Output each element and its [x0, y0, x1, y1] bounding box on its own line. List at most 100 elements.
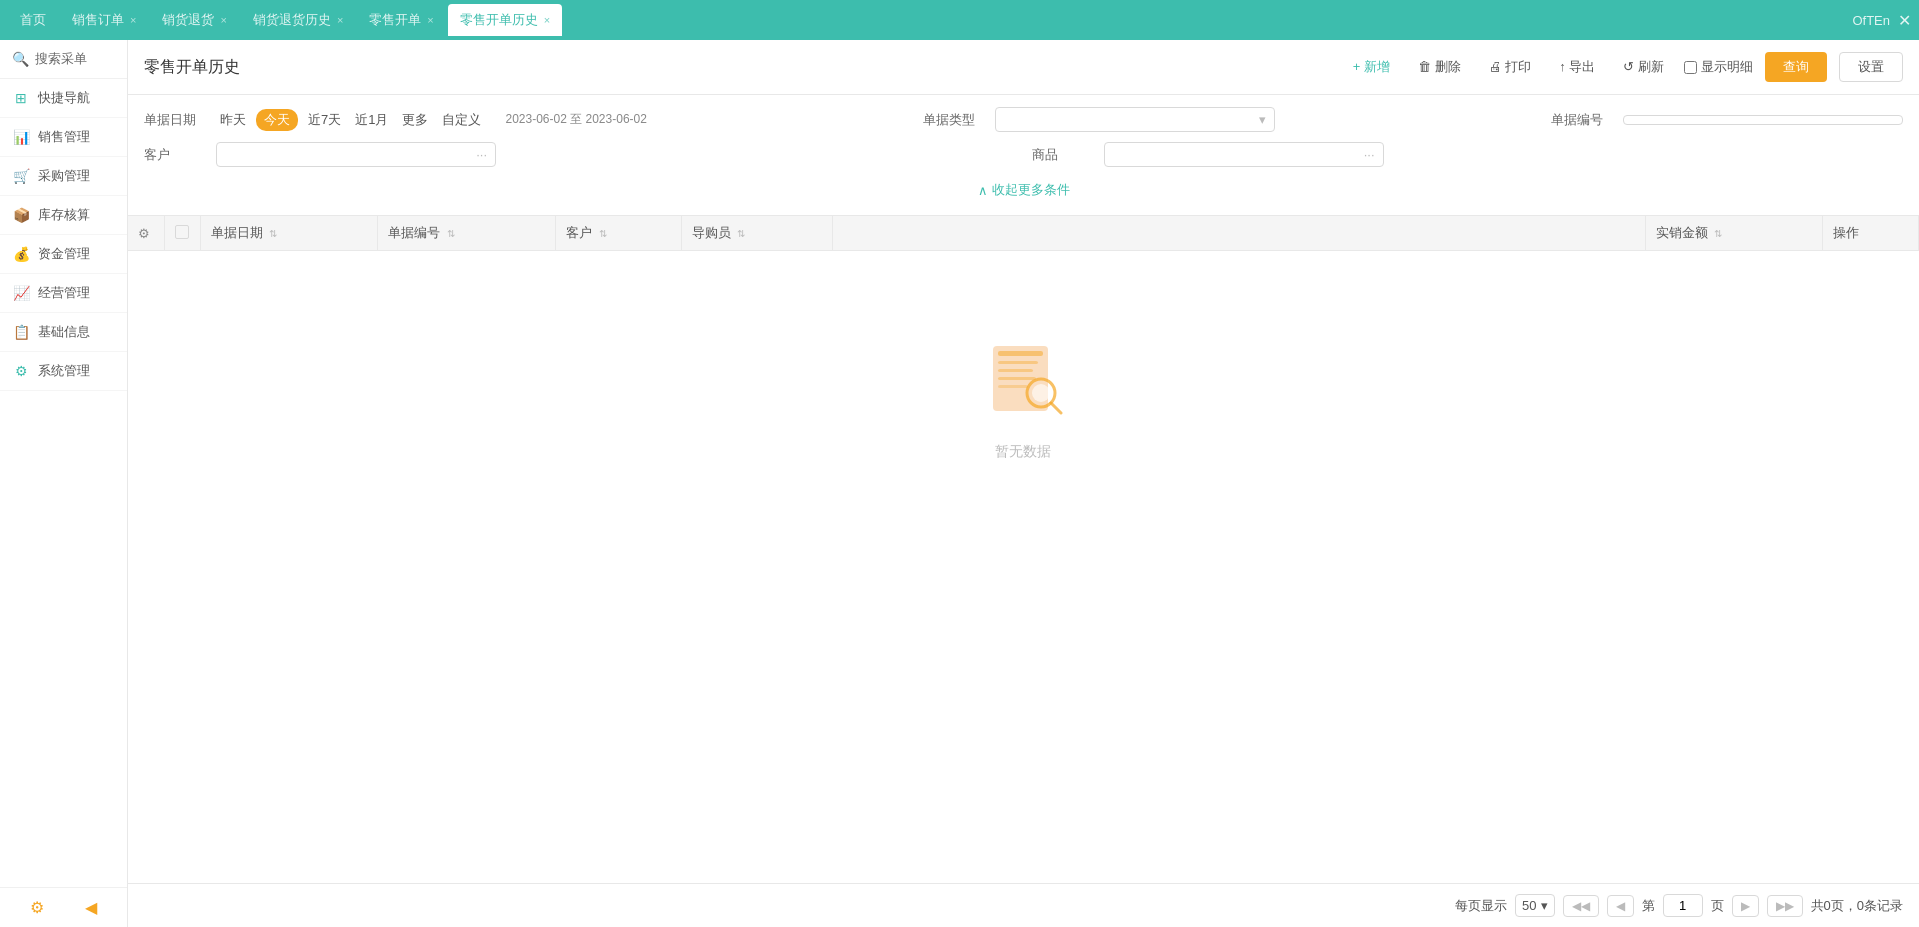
- tab-close-retail-open-history[interactable]: ×: [544, 14, 550, 26]
- page-title: 零售开单历史: [144, 57, 240, 78]
- sidebar-item-system[interactable]: ⚙系统管理: [0, 352, 127, 391]
- delete-button[interactable]: 🗑 删除: [1410, 54, 1469, 80]
- sidebar-item-purchase-mgmt[interactable]: 🛒 采购管理: [0, 157, 127, 196]
- content-area: 零售开单历史 + 新增 🗑 删除 🖨 打印 ↑ 导出 ↺ 刷新 显示明细 查询 …: [128, 40, 1919, 927]
- date-range-text: 2023-06-02 至 2023-06-02: [505, 111, 646, 128]
- nav-icon-sales-mgmt: 📊: [12, 128, 30, 146]
- date-option-更多[interactable]: 更多: [398, 109, 432, 131]
- collapse-more-btn[interactable]: ∧ 收起更多条件: [144, 177, 1903, 203]
- sidebar-item-inventory[interactable]: 📦库存核算: [0, 196, 127, 235]
- sidebar-item-sales-mgmt[interactable]: 📊销售管理: [0, 118, 127, 157]
- th-salesperson[interactable]: 导购员 ⇅: [681, 216, 833, 251]
- prev-page-btn[interactable]: ◀: [1607, 895, 1634, 917]
- last-page-btn[interactable]: ▶▶: [1767, 895, 1803, 917]
- empty-state-row: 暂无数据: [128, 251, 1919, 542]
- table-header-row: ⚙ 单据日期 ⇅ 单据编号 ⇅: [128, 216, 1919, 251]
- svg-rect-4: [998, 377, 1036, 380]
- tab-sales-order[interactable]: 销售订单×: [60, 4, 148, 36]
- setting-button[interactable]: 设置: [1839, 52, 1903, 82]
- th-bill-date[interactable]: 单据日期 ⇅: [200, 216, 378, 251]
- nav-label-operations: 经营管理: [38, 284, 90, 302]
- customer-input[interactable]: ···: [216, 142, 496, 167]
- sidebar-search-label: 搜索采单: [35, 50, 87, 68]
- export-button[interactable]: ↑ 导出: [1551, 54, 1603, 80]
- th-customer-label: 客户: [566, 225, 592, 240]
- svg-rect-3: [998, 369, 1033, 372]
- tab-close-sales-order[interactable]: ×: [130, 14, 136, 26]
- date-option-昨天[interactable]: 昨天: [216, 109, 250, 131]
- sidebar-item-basic-info[interactable]: 📋 基础信息: [0, 313, 127, 352]
- next-page-btn[interactable]: ▶: [1732, 895, 1759, 917]
- add-button[interactable]: + 新增: [1345, 54, 1398, 80]
- nav-icon-finance: 💰: [12, 245, 30, 263]
- empty-icon: [973, 331, 1073, 431]
- date-option-自定义[interactable]: 自定义: [438, 109, 485, 131]
- close-window-btn[interactable]: ✕: [1898, 11, 1911, 30]
- settings-icon[interactable]: ⚙: [30, 898, 44, 917]
- tab-sales-return-history[interactable]: 销货退货历史×: [241, 4, 355, 36]
- filter-area: 单据日期 昨天今天近7天近1月更多自定义 2023-06-02 至 2023-0…: [128, 95, 1919, 216]
- th-amount[interactable]: 实销金额 ⇅: [1645, 216, 1823, 251]
- page-input[interactable]: [1663, 894, 1703, 917]
- bill-no-label: 单据编号: [1551, 111, 1607, 129]
- bill-no-input[interactable]: [1623, 115, 1903, 125]
- select-all-checkbox[interactable]: [175, 225, 189, 239]
- th-customer[interactable]: 客户 ⇅: [556, 216, 681, 251]
- tab-retail-open[interactable]: 零售开单×: [357, 4, 445, 36]
- th-bill-date-label: 单据日期: [211, 225, 263, 240]
- total-label: 共0页，0条记录: [1811, 897, 1903, 915]
- display-detail-label: 显示明细: [1701, 58, 1753, 76]
- topbar-brand: OfTEn: [1852, 13, 1890, 28]
- bill-type-label: 单据类型: [923, 111, 979, 129]
- page-of: 页: [1711, 897, 1724, 915]
- th-settings[interactable]: ⚙: [128, 216, 164, 251]
- sidebar-item-finance[interactable]: 💰资金管理: [0, 235, 127, 274]
- sort-icon: ⇅: [269, 228, 277, 239]
- svg-rect-2: [998, 361, 1038, 364]
- pagination-bar: 每页显示 50 ▾ ◀◀ ◀ 第 页 ▶ ▶▶ 共0页，0条记录: [128, 883, 1919, 927]
- th-bill-no[interactable]: 单据编号 ⇅: [378, 216, 556, 251]
- page-header: 零售开单历史 + 新增 🗑 删除 🖨 打印 ↑ 导出 ↺ 刷新 显示明细 查询 …: [128, 40, 1919, 95]
- nav-icon-purchase-mgmt: 🛒: [12, 167, 30, 185]
- sidebar-search[interactable]: 🔍 搜索采单: [0, 40, 127, 79]
- product-input[interactable]: ···: [1104, 142, 1384, 167]
- tab-home[interactable]: 首页: [8, 4, 58, 36]
- sort-icon: ⇅: [1714, 228, 1722, 239]
- tab-close-retail-open[interactable]: ×: [427, 14, 433, 26]
- nav-icon-basic-info: 📋: [12, 323, 30, 341]
- nav-label-purchase-mgmt: 采购管理: [38, 167, 90, 185]
- settings-icon: ⚙: [138, 226, 150, 241]
- th-action: 操作: [1823, 216, 1919, 251]
- refresh-button[interactable]: ↺ 刷新: [1615, 54, 1672, 80]
- bill-type-arrow: ▾: [1259, 112, 1266, 127]
- date-option-近7天[interactable]: 近7天: [304, 109, 345, 131]
- nav-icon-system: ⚙: [12, 362, 30, 380]
- date-option-近1月[interactable]: 近1月: [351, 109, 392, 131]
- display-detail-input[interactable]: [1684, 61, 1697, 74]
- topbar-right: OfTEn ✕: [1852, 11, 1911, 30]
- nav-label-basic-info: 基础信息: [38, 323, 90, 341]
- sidebar-bottom: ⚙ ◀: [0, 887, 127, 927]
- print-button[interactable]: 🖨 打印: [1481, 54, 1540, 80]
- nav-icon-operations: 📈: [12, 284, 30, 302]
- th-amount-label: 实销金额: [1656, 225, 1708, 240]
- sidebar-item-quick-nav[interactable]: ⊞快捷导航: [0, 79, 127, 118]
- collapse-icon[interactable]: ◀: [85, 898, 97, 917]
- th-bill-no-label: 单据编号: [388, 225, 440, 240]
- first-page-btn[interactable]: ◀◀: [1563, 895, 1599, 917]
- date-option-今天[interactable]: 今天: [256, 109, 298, 131]
- tab-sales-return[interactable]: 销货退货×: [150, 4, 238, 36]
- tab-retail-open-history[interactable]: 零售开单历史×: [448, 4, 562, 36]
- sort-icon: ⇅: [599, 228, 607, 239]
- product-label: 商品: [1032, 146, 1088, 164]
- bill-type-select[interactable]: ▾: [995, 107, 1275, 132]
- tab-list: 首页销售订单×销货退货×销货退货历史×零售开单×零售开单历史×: [8, 4, 562, 36]
- sidebar-item-operations[interactable]: 📈 经营管理: [0, 274, 127, 313]
- tab-close-sales-return-history[interactable]: ×: [337, 14, 343, 26]
- page-size-select[interactable]: 50 ▾: [1515, 894, 1554, 917]
- query-button[interactable]: 查询: [1765, 52, 1827, 82]
- tab-close-sales-return[interactable]: ×: [220, 14, 226, 26]
- customer-label: 客户: [144, 146, 200, 164]
- th-checkbox[interactable]: [164, 216, 200, 251]
- display-detail-checkbox[interactable]: 显示明细: [1684, 58, 1753, 76]
